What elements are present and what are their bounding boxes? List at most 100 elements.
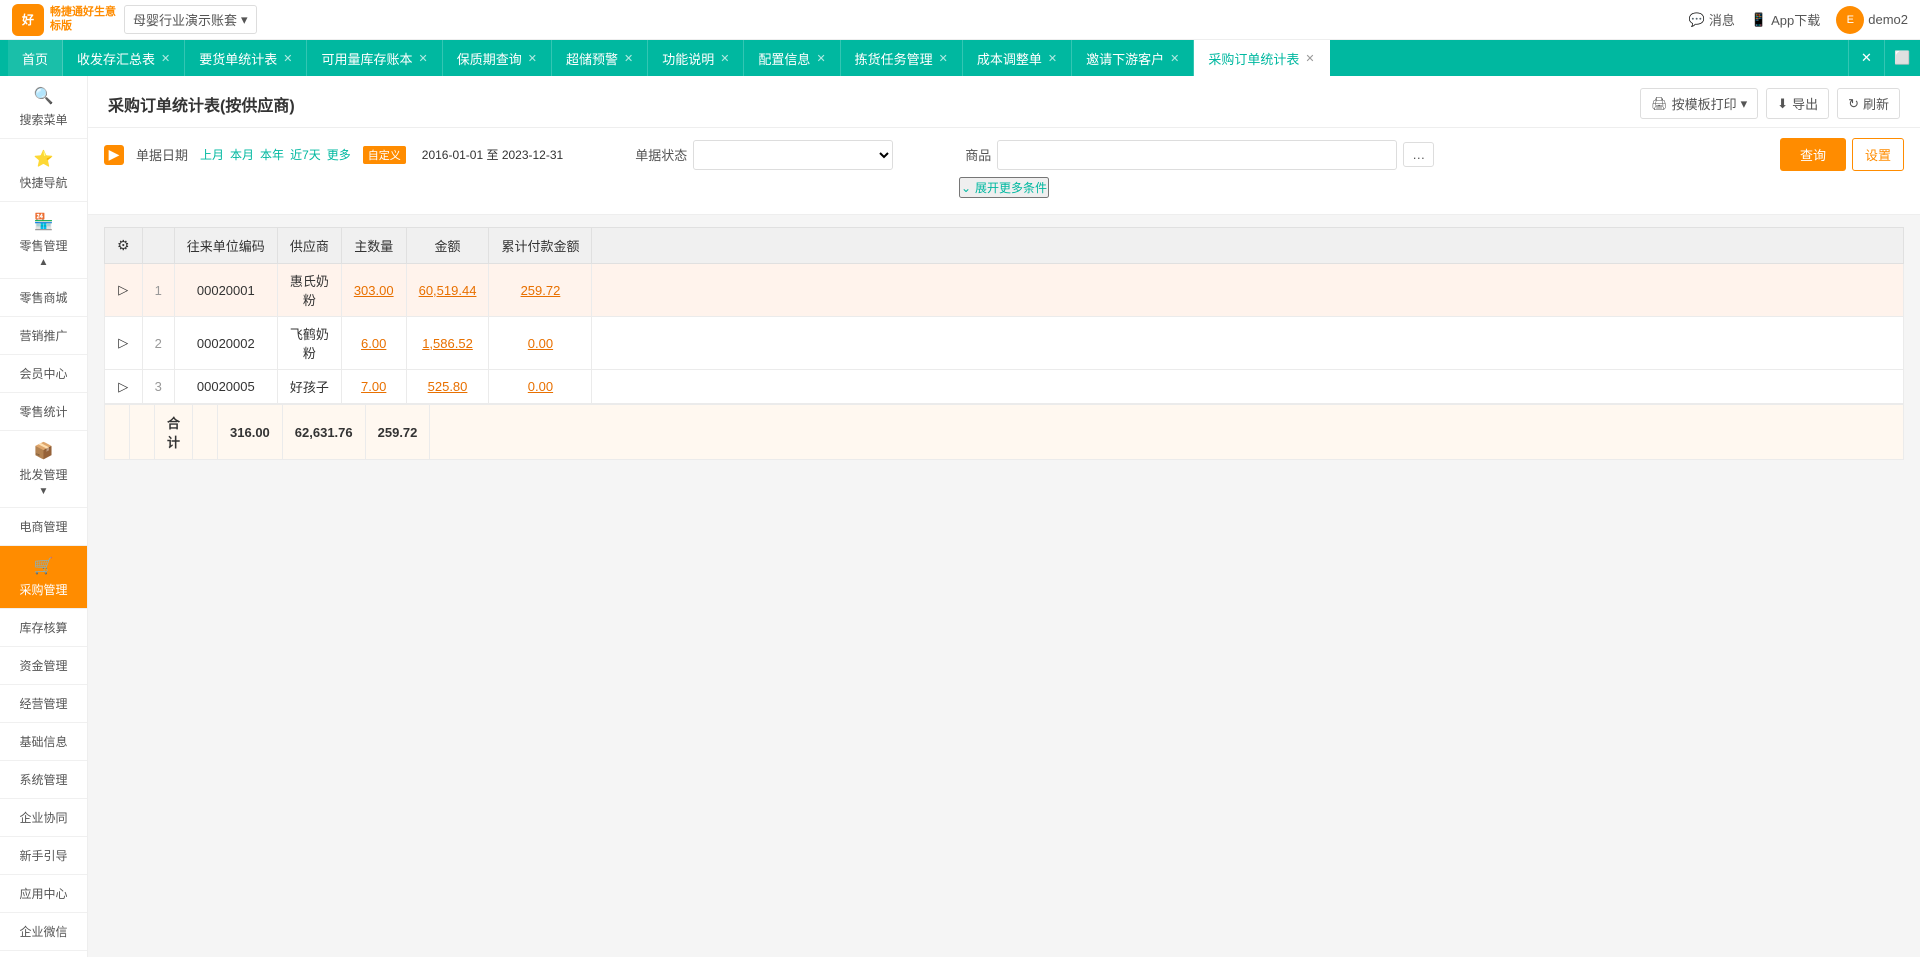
- close-icon[interactable]: ✕: [161, 52, 170, 65]
- tab-baobaoqi[interactable]: 保质期查询 ✕: [443, 40, 552, 76]
- sidebar-item-inventory[interactable]: 库存核算: [0, 609, 87, 647]
- row-unitcode-cell: 00020005: [174, 370, 277, 404]
- nav-tabs: 首页 收发存汇总表 ✕ 要货单统计表 ✕ 可用量库存账本 ✕ 保质期查询 ✕ 超…: [0, 40, 1920, 76]
- close-icon[interactable]: ✕: [1305, 52, 1314, 65]
- sidebar-item-collab[interactable]: 企业协同: [0, 799, 87, 837]
- avatar: E: [1836, 6, 1864, 34]
- footer-quantity-cell: 316.00: [218, 405, 283, 460]
- row-quantity-cell[interactable]: 303.00: [341, 264, 406, 317]
- page-actions: 🖨 按模板打印 ▾ ⬇ 导出 ↻ 刷新: [1640, 88, 1900, 119]
- sidebar-item-retail-stat[interactable]: 零售统计: [0, 393, 87, 431]
- close-icon[interactable]: ✕: [1170, 52, 1179, 65]
- search-button[interactable]: 查询: [1780, 138, 1846, 171]
- sidebar-item-wechat[interactable]: 企业微信: [0, 913, 87, 951]
- chevron-down-icon: ▾: [241, 12, 248, 28]
- row-amount-cell[interactable]: 525.80: [406, 370, 489, 404]
- sidebar-item-search[interactable]: 🔍 搜索菜单: [0, 76, 87, 139]
- close-icon[interactable]: ✕: [283, 52, 292, 65]
- more-options-button[interactable]: …: [1403, 142, 1434, 167]
- close-icon[interactable]: ✕: [419, 52, 428, 65]
- date-last-7days[interactable]: 近7天: [290, 146, 321, 163]
- date-custom-tag[interactable]: 自定义: [363, 146, 406, 164]
- sidebar-item-retail-mall[interactable]: 零售商城: [0, 279, 87, 317]
- sidebar-item-wholesale[interactable]: 📦 批发管理 ▼: [0, 431, 87, 508]
- row-paid-cell[interactable]: 0.00: [489, 317, 592, 370]
- date-last-month[interactable]: 上月: [200, 146, 224, 163]
- date-this-year[interactable]: 本年: [260, 146, 284, 163]
- row-quantity-cell[interactable]: 7.00: [341, 370, 406, 404]
- company-selector[interactable]: 母婴行业演示账套 ▾: [124, 5, 257, 34]
- tab-home[interactable]: 首页: [8, 40, 63, 76]
- close-icon[interactable]: ✕: [624, 52, 633, 65]
- tab-chaochuyujing[interactable]: 超储预警 ✕: [552, 40, 648, 76]
- sidebar-item-finance[interactable]: 资金管理: [0, 647, 87, 685]
- tab-close-all[interactable]: ✕: [1848, 40, 1884, 76]
- close-icon[interactable]: ✕: [720, 52, 729, 65]
- sidebar-item-ecommerce[interactable]: 电商管理: [0, 508, 87, 546]
- close-icon[interactable]: ✕: [816, 52, 825, 65]
- row-paid-cell[interactable]: 0.00: [489, 370, 592, 404]
- row-amount-cell[interactable]: 60,519.44: [406, 264, 489, 317]
- tab-shoufayihui[interactable]: 收发存汇总表 ✕: [63, 40, 185, 76]
- goods-input[interactable]: [997, 140, 1397, 170]
- column-settings-button[interactable]: 设置: [1852, 138, 1904, 171]
- row-extra-cell: [592, 264, 1904, 317]
- user-profile[interactable]: E demo2: [1836, 6, 1908, 34]
- app-download-button[interactable]: 📱 App下载: [1751, 10, 1820, 29]
- row-quantity-cell[interactable]: 6.00: [341, 317, 406, 370]
- date-this-month[interactable]: 本月: [230, 146, 254, 163]
- filter-toggle-button[interactable]: ▶: [104, 145, 124, 165]
- sidebar-item-appcenter[interactable]: 应用中心: [0, 875, 87, 913]
- close-icon[interactable]: ✕: [528, 52, 537, 65]
- sidebar-item-member[interactable]: 会员中心: [0, 355, 87, 393]
- print-button[interactable]: 🖨 按模板打印 ▾: [1640, 88, 1758, 119]
- chevron-down-icon: ▼: [39, 486, 49, 497]
- status-select[interactable]: [693, 140, 893, 170]
- sidebar-item-operation[interactable]: 经营管理: [0, 685, 87, 723]
- table-footer-row: 合计 316.00 62,631.76 259.72: [105, 405, 1904, 460]
- row-settings-cell[interactable]: ▷: [105, 317, 143, 370]
- tab-maximize[interactable]: ⬜: [1884, 40, 1920, 76]
- sidebar-item-newbie[interactable]: 新手引导: [0, 837, 87, 875]
- status-filter-group: 单据状态: [635, 140, 893, 170]
- tab-gongneng[interactable]: 功能说明 ✕: [648, 40, 744, 76]
- sidebar-item-basic[interactable]: 基础信息: [0, 723, 87, 761]
- action-buttons: 查询 设置: [1780, 138, 1904, 171]
- footer-label-cell: 合计: [155, 405, 193, 460]
- data-table: ⚙ 往来单位编码 供应商 主数量 金额 累计付款金额 ▷ 1 00020001 …: [104, 227, 1904, 404]
- row-settings-cell[interactable]: ▷: [105, 264, 143, 317]
- sidebar-item-marketing[interactable]: 营销推广: [0, 317, 87, 355]
- sidebar-item-vip[interactable]: 畅会员: [0, 951, 87, 957]
- tab-yaohuo[interactable]: 要货单统计表 ✕: [185, 40, 307, 76]
- chevron-up-icon: ▲: [39, 257, 49, 268]
- col-extra-header: [592, 228, 1904, 264]
- sidebar-item-retail[interactable]: 🏪 零售管理 ▲: [0, 202, 87, 279]
- tab-chengben[interactable]: 成本调整单 ✕: [963, 40, 1072, 76]
- sidebar-item-shortcuts[interactable]: ⭐ 快捷导航: [0, 139, 87, 202]
- retail-icon: 🏪: [34, 212, 54, 232]
- sidebar-item-system[interactable]: 系统管理: [0, 761, 87, 799]
- row-amount-cell[interactable]: 1,586.52: [406, 317, 489, 370]
- footer-supplier-cell: [193, 405, 218, 460]
- col-settings-header[interactable]: ⚙: [105, 228, 143, 264]
- close-icon[interactable]: ✕: [1048, 52, 1057, 65]
- refresh-button[interactable]: ↻ 刷新: [1837, 88, 1900, 119]
- tab-peizhi[interactable]: 配置信息 ✕: [744, 40, 840, 76]
- tab-keyongliang[interactable]: 可用量库存账本 ✕: [307, 40, 442, 76]
- row-expand-icon: ▷: [118, 379, 128, 394]
- export-button[interactable]: ⬇ 导出: [1766, 88, 1829, 119]
- sidebar-item-purchase[interactable]: 🛒 采购管理: [0, 546, 87, 609]
- tab-caigou[interactable]: 采购订单统计表 ✕: [1194, 40, 1329, 76]
- print-icon: 🖨: [1651, 96, 1668, 112]
- tab-pihuo[interactable]: 拣货任务管理 ✕: [841, 40, 963, 76]
- date-shortcuts: 上月 本月 本年 近7天 更多: [200, 146, 351, 163]
- expand-more-row: ⌄ 展开更多条件: [104, 171, 1904, 204]
- row-settings-cell[interactable]: ▷: [105, 370, 143, 404]
- expand-more-button[interactable]: ⌄ 展开更多条件: [959, 177, 1049, 198]
- date-more[interactable]: 更多: [327, 146, 351, 163]
- row-num-cell: 2: [142, 317, 174, 370]
- row-paid-cell[interactable]: 259.72: [489, 264, 592, 317]
- tab-yaoqing[interactable]: 邀请下游客户 ✕: [1072, 40, 1194, 76]
- close-icon[interactable]: ✕: [939, 52, 948, 65]
- message-button[interactable]: 💬 消息: [1689, 10, 1735, 29]
